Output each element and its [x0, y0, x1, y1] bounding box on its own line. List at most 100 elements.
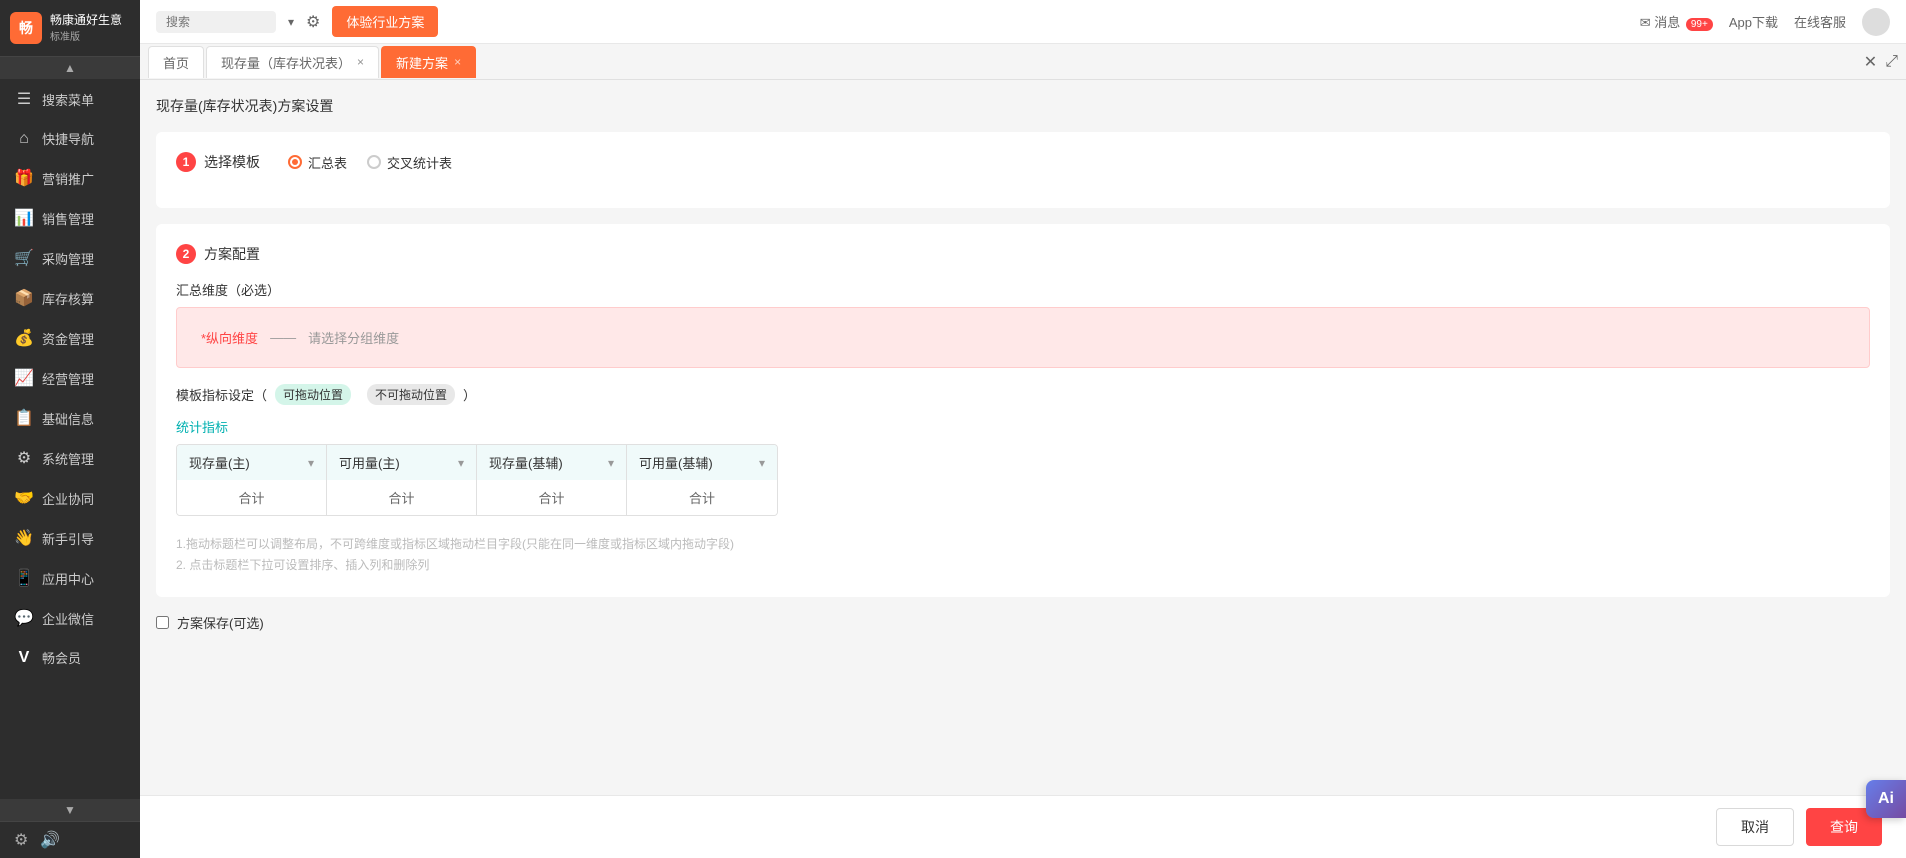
stats-col-3[interactable]: 可用量(基辅) ▾	[627, 445, 777, 480]
stats-col-1[interactable]: 可用量(主) ▾	[327, 445, 477, 480]
save-option-label: 方案保存(可选)	[177, 613, 264, 632]
tab-new-scheme-close[interactable]: ×	[454, 55, 461, 69]
guide-icon: 👋	[14, 528, 34, 548]
system-icon: ⚙	[14, 448, 34, 468]
sidebar-item-guide[interactable]: 👋 新手引导	[0, 518, 140, 558]
sidebar-item-finance[interactable]: 💰 资金管理	[0, 318, 140, 358]
stats-col-0-dropdown[interactable]: ▾	[308, 456, 314, 470]
stats-col-2-dropdown[interactable]: ▾	[608, 456, 614, 470]
message-link[interactable]: ✉ 消息 99+	[1640, 12, 1713, 31]
tab-inventory-label: 现存量（库存状况表）	[221, 53, 351, 72]
sidebar-logo: 畅 畅康通好生意 标准版	[0, 0, 140, 57]
trial-btn[interactable]: 体验行业方案	[332, 6, 438, 37]
step2-header: 2 方案配置	[176, 244, 1870, 264]
radio-cross-label: 交叉统计表	[387, 153, 452, 172]
stats-cell-0: 合计	[177, 480, 327, 515]
tab-home-label: 首页	[163, 53, 189, 72]
section-choose-template: 1 选择模板 汇总表 交叉统计表	[156, 132, 1890, 208]
sidebar-item-label: 快捷导航	[42, 129, 94, 148]
save-option-row: 方案保存(可选)	[156, 613, 1890, 632]
sidebar-item-purchase[interactable]: 🛒 采购管理	[0, 238, 140, 278]
sidebar-scroll-down[interactable]: ▼	[0, 799, 140, 821]
indicator-setting: 模板指标设定（ 可拖动位置 不可拖动位置 ）	[176, 384, 1870, 405]
tab-home[interactable]: 首页	[148, 46, 204, 78]
radio-cross[interactable]: 交叉统计表	[367, 153, 452, 172]
sidebar-item-label: 采购管理	[42, 249, 94, 268]
wechat-icon: 💬	[14, 608, 34, 628]
search-menu-icon: ☰	[14, 89, 34, 109]
sidebar-item-label: 新手引导	[42, 529, 94, 548]
app-version: 标准版	[50, 28, 122, 43]
tab-inventory[interactable]: 现存量（库存状况表） ×	[206, 46, 379, 78]
sidebar-item-label: 营销推广	[42, 169, 94, 188]
sidebar-item-sales[interactable]: 📊 销售管理	[0, 198, 140, 238]
indicator-setting-label: 模板指标设定（ 可拖动位置 不可拖动位置 ）	[176, 384, 1870, 405]
dropdown-icon[interactable]: ▾	[288, 15, 294, 29]
stats-table-header: 现存量(主) ▾ 可用量(主) ▾ 现存量(基辅) ▾ 可用量(基辅) ▾	[177, 445, 777, 480]
tabbar: 首页 现存量（库存状况表） × 新建方案 × ✕ ⤢	[140, 44, 1906, 80]
stats-col-3-dropdown[interactable]: ▾	[759, 456, 765, 470]
tip-1: 1.拖动标题栏可以调整布局，不可跨维度或指标区域拖动栏目字段(只能在同一维度或指…	[176, 535, 1870, 552]
sidebar-item-cooperation[interactable]: 🤝 企业协同	[0, 478, 140, 518]
message-badge: 99+	[1686, 18, 1713, 31]
ai-fab-button[interactable]: Ai	[1866, 780, 1906, 818]
sales-icon: 📊	[14, 208, 34, 228]
online-service-link[interactable]: 在线客服	[1794, 12, 1846, 31]
settings-icon[interactable]: ⚙	[14, 830, 28, 850]
sidebar-bottom: ⚙ 🔊	[0, 821, 140, 858]
sidebar-nav: ☰ 搜索菜单 ⌂ 快捷导航 🎁 营销推广 📊 销售管理 🛒 采购管理 📦 库存核…	[0, 79, 140, 799]
home-icon: ⌂	[14, 130, 34, 148]
cooperation-icon: 🤝	[14, 488, 34, 508]
stats-table: 现存量(主) ▾ 可用量(主) ▾ 现存量(基辅) ▾ 可用量(基辅) ▾	[176, 444, 778, 516]
user-avatar[interactable]	[1862, 8, 1890, 36]
stats-cell-2: 合计	[477, 480, 627, 515]
sidebar-item-label: 资金管理	[42, 329, 94, 348]
dimension-dash: ——	[270, 330, 296, 345]
appstore-icon: 📱	[14, 568, 34, 588]
save-option-checkbox[interactable]	[156, 616, 169, 629]
sidebar-item-shortcuts[interactable]: ⌂ 快捷导航	[0, 119, 140, 158]
dimension-required-star: *纵向维度	[201, 328, 258, 347]
sidebar-item-inventory[interactable]: 📦 库存核算	[0, 278, 140, 318]
tab-new-scheme[interactable]: 新建方案 ×	[381, 46, 476, 78]
sidebar-item-search[interactable]: ☰ 搜索菜单	[0, 79, 140, 119]
tabbar-close-icon[interactable]: ✕	[1864, 52, 1877, 72]
gear-icon[interactable]: ⚙	[306, 12, 320, 32]
sidebar-item-appstore[interactable]: 📱 应用中心	[0, 558, 140, 598]
sidebar-item-system[interactable]: ⚙ 系统管理	[0, 438, 140, 478]
vip-icon: V	[14, 649, 34, 667]
app-download-link[interactable]: App下载	[1729, 12, 1778, 31]
radio-cross-circle	[367, 155, 381, 169]
search-input[interactable]	[156, 11, 276, 33]
sidebar-item-label: 基础信息	[42, 409, 94, 428]
sidebar-item-vip[interactable]: V 畅会员	[0, 638, 140, 677]
sidebar-item-basic-info[interactable]: 📋 基础信息	[0, 398, 140, 438]
sidebar-item-business[interactable]: 📈 经营管理	[0, 358, 140, 398]
sidebar-item-wechat[interactable]: 💬 企业微信	[0, 598, 140, 638]
sidebar-scroll-up[interactable]: ▲	[0, 57, 140, 79]
cancel-button[interactable]: 取消	[1716, 808, 1794, 846]
stats-col-3-label: 可用量(基辅)	[639, 453, 713, 472]
sidebar-item-marketing[interactable]: 🎁 营销推广	[0, 158, 140, 198]
sidebar-item-label: 搜索菜单	[42, 90, 94, 109]
dimension-placeholder[interactable]: 请选择分组维度	[308, 328, 399, 347]
tabbar-expand-icon[interactable]: ⤢	[1885, 53, 1898, 71]
sidebar-item-label: 经营管理	[42, 369, 94, 388]
radio-summary[interactable]: 汇总表	[288, 153, 347, 172]
stats-col-1-dropdown[interactable]: ▾	[458, 456, 464, 470]
dimension-row: *纵向维度 —— 请选择分组维度	[201, 328, 1845, 347]
tabbar-right: ✕ ⤢	[1864, 52, 1898, 72]
topbar: ▾ ⚙ 体验行业方案 ✉ 消息 99+ App下载 在线客服	[140, 0, 1906, 44]
logo-icon: 畅	[10, 12, 42, 44]
sound-icon[interactable]: 🔊	[40, 830, 60, 850]
stats-table-body: 合计 合计 合计 合计	[177, 480, 777, 515]
sidebar-item-label: 库存核算	[42, 289, 94, 308]
stats-col-2[interactable]: 现存量(基辅) ▾	[477, 445, 627, 480]
step2-title: 方案配置	[204, 244, 260, 264]
topbar-right: ✉ 消息 99+ App下载 在线客服	[1640, 8, 1890, 36]
indicator-label-text: 模板指标设定（	[176, 385, 267, 404]
tab-inventory-close[interactable]: ×	[357, 55, 364, 69]
stats-col-0[interactable]: 现存量(主) ▾	[177, 445, 327, 480]
tab-new-scheme-label: 新建方案	[396, 53, 448, 72]
app-name: 畅康通好生意	[50, 13, 122, 29]
